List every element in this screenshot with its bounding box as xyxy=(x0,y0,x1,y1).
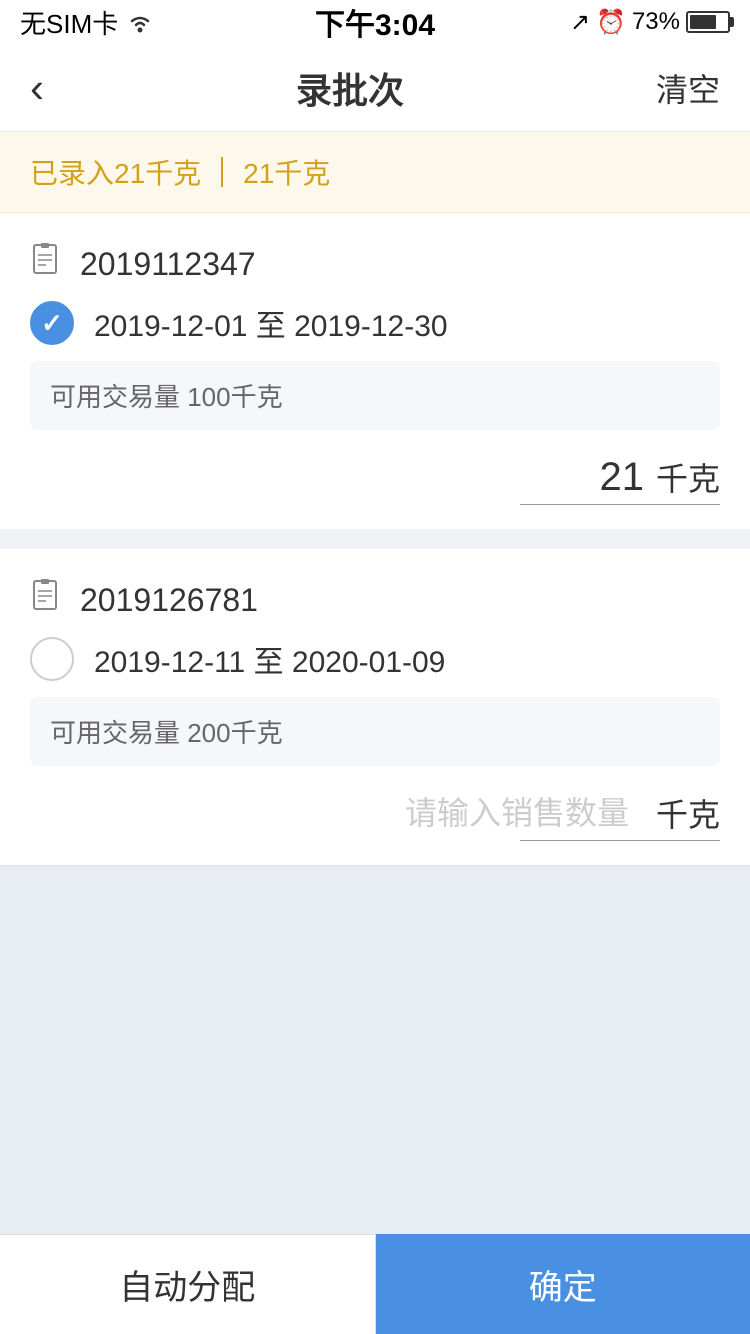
status-bar: 无SIM卡 下午3:04 ↗ ⏰ 73% xyxy=(0,0,750,44)
info-divider xyxy=(221,157,223,187)
status-left: 无SIM卡 xyxy=(20,4,154,41)
carrier-text: 无SIM卡 xyxy=(20,4,118,41)
batch2-quantity-input[interactable] xyxy=(344,795,644,832)
batch2-available: 可用交易量 200千克 xyxy=(50,718,283,748)
alarm-icon: ⏰ xyxy=(596,8,626,37)
confirm-button[interactable]: 确定 xyxy=(376,1234,750,1334)
recorded-text: 已录入21千克 xyxy=(30,152,201,192)
batch2-radio[interactable] xyxy=(30,637,74,681)
batch1-row[interactable]: 2019-12-01 至 2019-12-30 xyxy=(30,301,720,345)
batch2-row[interactable]: 2019-12-11 至 2020-01-09 xyxy=(30,637,720,681)
status-time: 下午3:04 xyxy=(315,0,435,44)
batch2-date: 2019-12-11 至 2020-01-09 xyxy=(94,637,445,681)
batch1-icon xyxy=(30,243,64,285)
batch1-amount-row: 21 千克 xyxy=(0,430,750,529)
wifi-icon xyxy=(126,11,154,33)
auto-distribute-button[interactable]: 自动分配 xyxy=(0,1234,376,1334)
batch2-underline xyxy=(520,840,720,841)
batch1-amount-unit: 千克 xyxy=(656,454,720,500)
batch2-card: 2019126781 2019-12-11 至 2020-01-09 可用交易量… xyxy=(0,549,750,766)
batch1-amount-wrapper: 21 千克 xyxy=(520,454,720,505)
batch2-input-display: 千克 xyxy=(344,790,720,836)
batch1-info-box: 可用交易量 100千克 xyxy=(30,361,720,430)
batch1-available: 可用交易量 100千克 xyxy=(50,382,283,412)
batch2-unit: 千克 xyxy=(656,790,720,836)
nav-bar: ‹ 录批次 清空 xyxy=(0,44,750,132)
batch1-header: 2019112347 xyxy=(30,243,720,285)
batch1-amount-display: 21 千克 xyxy=(599,454,720,500)
section-gap-1 xyxy=(0,529,750,549)
page-title: 录批次 xyxy=(296,62,404,114)
batch2-header: 2019126781 xyxy=(30,579,720,621)
status-right: ↗ ⏰ 73% xyxy=(570,8,730,37)
clear-button[interactable]: 清空 xyxy=(656,65,720,111)
info-banner: 已录入21千克 21千克 xyxy=(0,132,750,213)
batch1-radio[interactable] xyxy=(30,301,74,345)
batch2-input-row: 千克 xyxy=(0,766,750,866)
batch1-underline xyxy=(520,504,720,505)
batch1-id: 2019112347 xyxy=(80,246,256,283)
batch2-id: 2019126781 xyxy=(80,582,258,619)
batch2-input-wrapper: 千克 xyxy=(344,790,720,841)
battery-percent: 73% xyxy=(632,8,680,36)
batch1-card: 2019112347 2019-12-01 至 2019-12-30 可用交易量… xyxy=(0,213,750,430)
location-icon: ↗ xyxy=(570,8,590,37)
bottom-bar: 自动分配 确定 xyxy=(0,1234,750,1334)
batch1-amount-number: 21 xyxy=(599,455,644,500)
batch2-info-box: 可用交易量 200千克 xyxy=(30,697,720,766)
battery-icon xyxy=(686,11,730,33)
value-text: 21千克 xyxy=(243,152,330,192)
batch2-icon xyxy=(30,579,64,621)
back-button[interactable]: ‹ xyxy=(30,64,44,112)
batch1-date: 2019-12-01 至 2019-12-30 xyxy=(94,301,448,345)
